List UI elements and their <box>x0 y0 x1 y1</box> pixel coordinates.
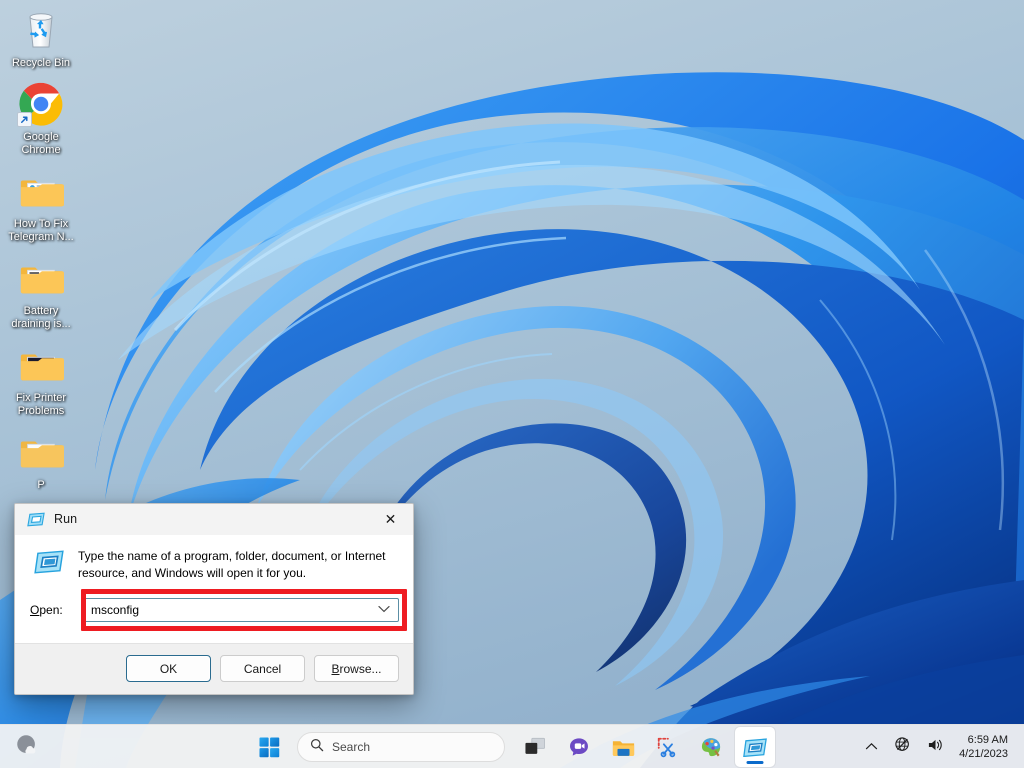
tray-network-button[interactable] <box>887 730 918 764</box>
chevron-up-icon <box>865 738 878 756</box>
run-dialog[interactable]: Run ✕ Type the name of a program, folder… <box>14 503 414 695</box>
desktop-icon-label: Battery draining is... <box>11 305 71 330</box>
folder-icon <box>17 167 65 215</box>
taskbar-search-box[interactable]: Search <box>297 732 505 762</box>
taskbar-system-tray: 6:59 AM 4/21/2023 <box>858 725 1016 768</box>
run-window-icon <box>27 510 45 528</box>
recycle-bin-icon <box>17 6 65 54</box>
tray-volume-button[interactable] <box>920 730 951 764</box>
run-dialog-open-row: Open: msconfig <box>29 589 407 631</box>
search-icon <box>310 738 324 757</box>
run-dialog-titlebar[interactable]: Run ✕ <box>15 504 413 535</box>
google-chrome-icon <box>17 80 65 128</box>
desktop-icon-label: P <box>37 479 45 491</box>
globe-no-internet-icon <box>894 736 911 758</box>
tray-overflow-button[interactable] <box>858 730 885 764</box>
folder-icon <box>17 341 65 389</box>
folder-icon <box>17 254 65 302</box>
open-field-label: Open: <box>30 603 63 617</box>
desktop-icon-label: Recycle Bin <box>11 57 71 69</box>
run-command-input[interactable]: msconfig <box>91 603 378 617</box>
run-dialog-footer: OK Cancel Browse... <box>15 643 413 694</box>
desktop-icon-partially-hidden[interactable]: P <box>4 428 78 492</box>
run-command-combobox[interactable]: msconfig <box>82 598 399 622</box>
run-dialog-title: Run <box>54 512 78 526</box>
run-window-icon-large <box>29 547 69 574</box>
taskbar-item-chat[interactable] <box>559 727 599 767</box>
desktop-icon-recycle-bin[interactable]: Recycle Bin <box>4 6 78 70</box>
cancel-button[interactable]: Cancel <box>220 655 305 682</box>
shortcut-arrow-icon <box>17 112 32 127</box>
desktop-icon-label: Google Chrome <box>21 131 61 156</box>
run-dialog-description: Type the name of a program, folder, docu… <box>78 549 386 580</box>
desktop-icon-fix-printer-problems[interactable]: Fix Printer Problems <box>4 341 78 418</box>
taskbar-item-snipping-tool[interactable] <box>647 727 687 767</box>
chevron-down-icon[interactable] <box>378 605 392 616</box>
search-placeholder: Search <box>332 740 371 754</box>
taskbar[interactable]: Search 6:59 AM 4/21/2023 <box>0 724 1024 768</box>
taskbar-item-paint[interactable] <box>691 727 731 767</box>
start-button[interactable] <box>249 727 289 767</box>
browse-button[interactable]: Browse... <box>314 655 399 682</box>
desktop[interactable]: Recycle Bin Google Chrome How To Fix Tel… <box>0 0 1024 768</box>
clock-time: 6:59 AM <box>967 734 1008 746</box>
desktop-icon-how-to-fix-telegram[interactable]: How To Fix Telegram N... <box>4 167 78 244</box>
desktop-icon-battery-draining[interactable]: Battery draining is... <box>4 254 78 331</box>
taskbar-item-file-explorer[interactable] <box>603 727 643 767</box>
taskbar-item-run[interactable] <box>735 727 775 767</box>
taskbar-clock[interactable]: 6:59 AM 4/21/2023 <box>953 733 1016 761</box>
desktop-icon-google-chrome[interactable]: Google Chrome <box>4 80 78 157</box>
desktop-icon-column: Recycle Bin Google Chrome How To Fix Tel… <box>4 6 78 502</box>
taskbar-item-task-view[interactable] <box>515 727 555 767</box>
desktop-icon-label: Fix Printer Problems <box>15 392 67 417</box>
desktop-icon-label: How To Fix Telegram N... <box>8 218 74 243</box>
clock-date: 4/21/2023 <box>959 748 1008 760</box>
run-dialog-body: Type the name of a program, folder, docu… <box>15 535 413 631</box>
ok-button[interactable]: OK <box>126 655 211 682</box>
folder-icon <box>17 428 65 476</box>
speaker-icon <box>927 737 944 758</box>
close-icon[interactable]: ✕ <box>368 504 413 535</box>
